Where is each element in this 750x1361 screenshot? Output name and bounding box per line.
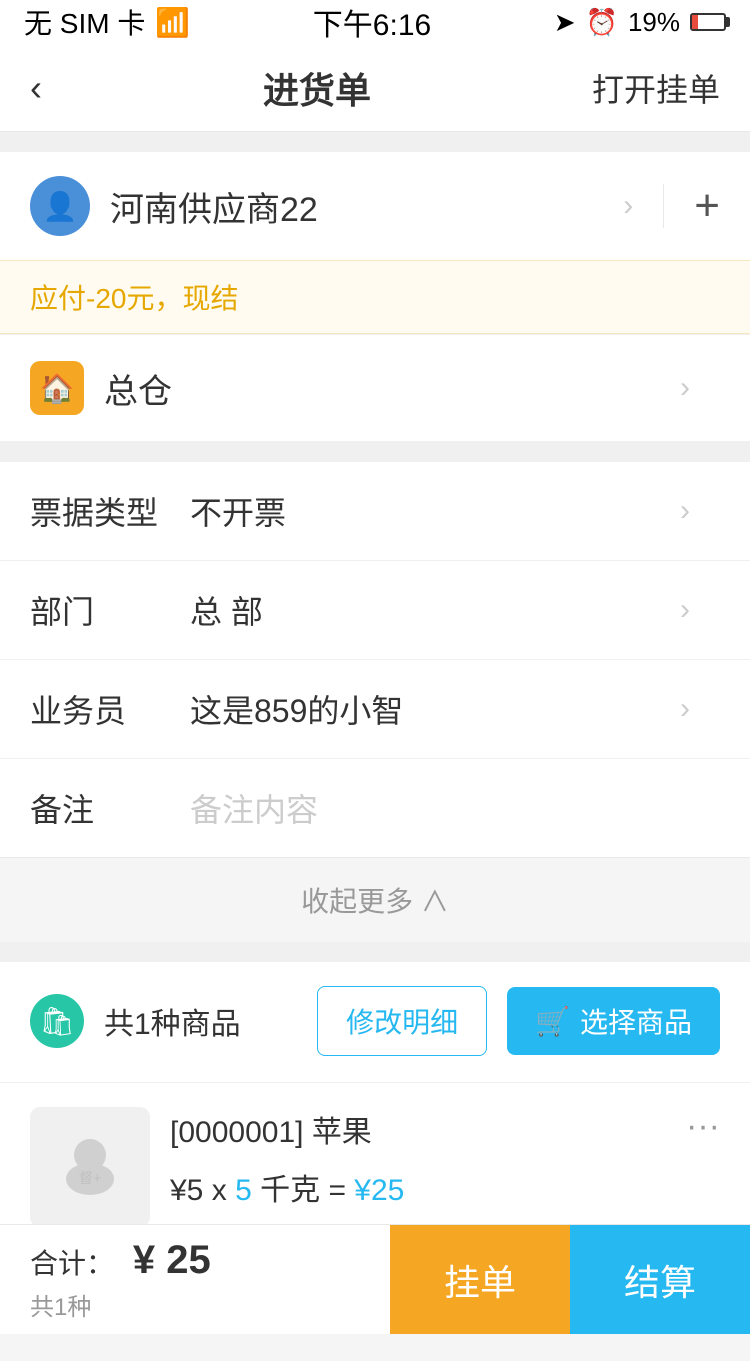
salesperson-row[interactable]: 业务员 这是859的小智 ›: [0, 659, 750, 758]
status-bar: 无 SIM 卡 📶 下午6:16 ➤ ⏰ 19%: [0, 0, 750, 44]
status-time: 下午6:16: [313, 0, 431, 44]
department-value: 总 部: [190, 587, 680, 633]
select-goods-button[interactable]: 🛒 选择商品: [507, 987, 720, 1055]
total-label: 合计：: [30, 1248, 114, 1279]
quantity: 5: [235, 1174, 252, 1207]
shopping-bag-icon: 🛍: [39, 1005, 75, 1038]
invoice-type-value: 不开票: [190, 488, 680, 534]
warehouse-chevron-icon: ›: [680, 371, 690, 405]
divider-3: [0, 942, 750, 962]
page-title: 进货单: [263, 62, 371, 114]
alarm-icon: ⏰: [586, 7, 618, 38]
more-options-button[interactable]: ···: [686, 1107, 720, 1146]
nav-bar: ‹ 进货单 打开挂单: [0, 44, 750, 132]
department-chevron-icon: ›: [680, 593, 690, 627]
supplier-chevron-icon: ›: [623, 189, 633, 223]
goods-section: 🛍 共1种商品 修改明细 🛒 选择商品 督+ [0000001] 苹果 ¥5 x: [0, 962, 750, 1251]
remark-row[interactable]: 备注 备注内容: [0, 758, 750, 857]
open-pending-button[interactable]: 打开挂单: [592, 65, 720, 111]
location-icon: ➤: [554, 7, 576, 38]
goods-header: 🛍 共1种商品 修改明细 🛒 选择商品: [0, 962, 750, 1080]
product-title: 苹果: [312, 1116, 372, 1149]
supplier-row[interactable]: 👤 河南供应商22 › +: [0, 152, 750, 260]
supplier-avatar: 👤: [30, 176, 90, 236]
product-thumb-svg: 督+: [50, 1127, 130, 1207]
checkout-button[interactable]: 结算: [570, 1225, 750, 1334]
unit-price: ¥5: [170, 1174, 203, 1207]
divider-1: [0, 132, 750, 152]
goods-count: 共1种商品: [104, 999, 297, 1043]
salesperson-label: 业务员: [30, 686, 190, 732]
battery-text: 19%: [628, 7, 680, 38]
unit: 千克: [260, 1174, 320, 1207]
battery-icon: [690, 13, 726, 31]
product-name: [0000001] 苹果: [170, 1107, 666, 1151]
carrier-text: 无 SIM 卡: [24, 2, 145, 42]
select-goods-label: 选择商品: [580, 1001, 692, 1041]
supplier-section: 👤 河南供应商22 › + 应付-20元，现结 🏠 总仓 ›: [0, 152, 750, 441]
salesperson-value: 这是859的小智: [190, 686, 680, 732]
invoice-type-chevron-icon: ›: [680, 494, 690, 528]
hang-order-button[interactable]: 挂单: [390, 1225, 570, 1334]
product-info: [0000001] 苹果 ¥5 x 5 千克 = ¥25: [170, 1107, 666, 1209]
cart-icon: 🛒: [535, 1005, 570, 1038]
remark-label: 备注: [30, 785, 190, 831]
supplier-name: 河南供应商22: [110, 182, 623, 231]
avatar-icon: 👤: [43, 190, 78, 223]
equals-icon: =: [328, 1174, 354, 1207]
total-count: 共1种: [30, 1287, 360, 1322]
collapse-row[interactable]: 收起更多 ∧: [0, 857, 750, 942]
department-label: 部门: [30, 587, 190, 633]
notice-bar: 应付-20元，现结: [0, 260, 750, 334]
svg-text:督+: 督+: [79, 1170, 102, 1187]
invoice-type-label: 票据类型: [30, 488, 190, 534]
warehouse-icon: 🏠: [30, 361, 84, 415]
add-supplier-button[interactable]: +: [663, 184, 720, 228]
goods-icon: 🛍: [30, 994, 84, 1048]
form-section: 票据类型 不开票 › 部门 总 部 › 业务员 这是859的小智 › 备注 备注…: [0, 461, 750, 942]
status-left: 无 SIM 卡 📶: [24, 2, 190, 42]
invoice-type-row[interactable]: 票据类型 不开票 ›: [0, 461, 750, 560]
product-code: [0000001]: [170, 1116, 303, 1149]
divider-2: [0, 441, 750, 461]
remark-input[interactable]: 备注内容: [190, 785, 720, 831]
bottom-bar: 合计： ¥ 25 共1种 挂单 结算: [0, 1224, 750, 1334]
line-total: ¥25: [354, 1174, 404, 1207]
status-right: ➤ ⏰ 19%: [554, 7, 726, 38]
department-row[interactable]: 部门 总 部 ›: [0, 560, 750, 659]
times-icon: x: [212, 1174, 235, 1207]
warehouse-name: 总仓: [104, 364, 680, 413]
edit-details-button[interactable]: 修改明细: [317, 986, 487, 1056]
warehouse-row[interactable]: 🏠 总仓 ›: [0, 334, 750, 441]
total-section: 合计： ¥ 25 共1种: [0, 1238, 390, 1322]
wifi-icon: 📶: [155, 6, 190, 39]
salesperson-chevron-icon: ›: [680, 692, 690, 726]
product-thumbnail: 督+: [30, 1107, 150, 1227]
bottom-buttons: 挂单 结算: [390, 1225, 750, 1334]
total-amount: ¥ 25: [133, 1238, 211, 1282]
back-button[interactable]: ‹: [30, 67, 42, 109]
product-price: ¥5 x 5 千克 = ¥25: [170, 1165, 666, 1209]
